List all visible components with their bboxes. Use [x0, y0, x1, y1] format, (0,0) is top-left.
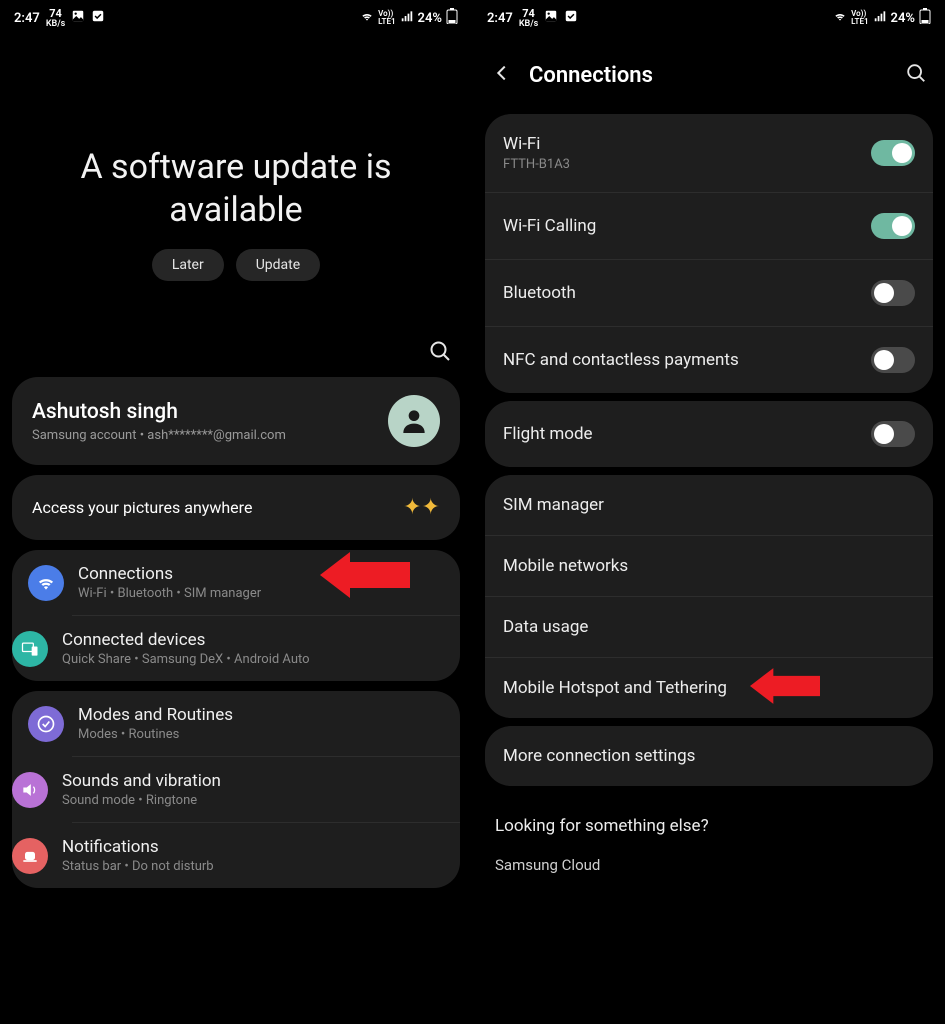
more-connection-settings-row[interactable]: More connection settings [485, 726, 933, 786]
status-time: 2:47 [487, 11, 513, 26]
pictures-banner[interactable]: Access your pictures anywhere ✦✦ [12, 475, 460, 540]
sim-manager-row[interactable]: SIM manager [485, 475, 933, 535]
update-headline: A software update is available [0, 146, 472, 231]
image-icon [544, 9, 558, 27]
devices-icon [12, 631, 48, 667]
nfc-toggle[interactable] [871, 347, 915, 373]
checkbox-icon [91, 9, 105, 27]
bluetooth-toggle[interactable] [871, 280, 915, 306]
bluetooth-row[interactable]: Bluetooth [485, 259, 933, 326]
banner-text: Access your pictures anywhere [32, 498, 252, 517]
wifi-calling-row[interactable]: Wi-Fi Calling [485, 192, 933, 259]
wifi-toggle[interactable] [871, 140, 915, 166]
annotation-arrow [750, 668, 820, 704]
wifi-icon [28, 565, 64, 601]
conn-group-1: Wi-Fi FTTH-B1A3 Wi-Fi Calling Bluetooth … [485, 114, 933, 393]
settings-group-1: Connections Wi-Fi • Bluetooth • SIM mana… [12, 550, 460, 681]
samsung-cloud-link[interactable]: Samsung Cloud [495, 856, 923, 874]
connected-devices-row[interactable]: Connected devices Quick Share • Samsung … [72, 615, 460, 681]
signal-icon [400, 9, 414, 27]
conn-group-4: More connection settings [485, 726, 933, 786]
account-card[interactable]: Ashutosh singh Samsung account • ash****… [12, 377, 460, 465]
notifications-row[interactable]: Notifications Status bar • Do not distur… [72, 822, 460, 888]
avatar [388, 395, 440, 447]
wifi-icon [360, 9, 374, 27]
connections-row[interactable]: Connections Wi-Fi • Bluetooth • SIM mana… [12, 550, 460, 615]
battery-icon [446, 8, 458, 28]
connections-header: Connections [473, 36, 945, 106]
settings-home-screen: 2:47 74KB/s Vo))LTE1 24% A software upda… [0, 0, 472, 1024]
sound-icon [12, 772, 48, 808]
sounds-vibration-row[interactable]: Sounds and vibration Sound mode • Ringto… [72, 756, 460, 822]
status-bar: 2:47 74KB/s Vo))LTE1 24% [473, 0, 945, 36]
status-battery-pct: 24% [891, 11, 915, 26]
status-time: 2:47 [14, 11, 40, 26]
conn-group-3: SIM manager Mobile networks Data usage M… [485, 475, 933, 718]
checkbox-icon [564, 9, 578, 27]
status-battery-pct: 24% [418, 11, 442, 26]
looking-for-else: Looking for something else? Samsung Clou… [473, 794, 945, 880]
wifi-icon [833, 9, 847, 27]
search-icon[interactable] [428, 339, 452, 367]
check-circle-icon [28, 706, 64, 742]
mobile-networks-row[interactable]: Mobile networks [485, 535, 933, 596]
nfc-row[interactable]: NFC and contactless payments [485, 326, 933, 393]
back-button[interactable] [491, 62, 513, 88]
signal-icon [873, 9, 887, 27]
status-netspeed: 74KB/s [46, 8, 65, 29]
page-title: Connections [529, 63, 889, 88]
hotspot-tethering-row[interactable]: Mobile Hotspot and Tethering [485, 657, 933, 718]
account-name: Ashutosh singh [32, 400, 286, 424]
volte-icon: Vo))LTE1 [851, 10, 868, 26]
settings-group-2: Modes and Routines Modes • Routines Soun… [12, 691, 460, 888]
wifi-calling-toggle[interactable] [871, 213, 915, 239]
battery-icon [919, 8, 931, 28]
search-icon[interactable] [905, 62, 927, 88]
flight-mode-row[interactable]: Flight mode [485, 401, 933, 467]
later-button[interactable]: Later [152, 249, 224, 281]
status-netspeed: 74KB/s [519, 8, 538, 29]
wifi-row[interactable]: Wi-Fi FTTH-B1A3 [485, 114, 933, 192]
data-usage-row[interactable]: Data usage [485, 596, 933, 657]
conn-group-2: Flight mode [485, 401, 933, 467]
image-icon [71, 9, 85, 27]
flight-mode-toggle[interactable] [871, 421, 915, 447]
connections-screen: 2:47 74KB/s Vo))LTE1 24% Connections Wi-… [473, 0, 945, 1024]
update-button[interactable]: Update [236, 249, 320, 281]
account-sub: Samsung account • ash********@gmail.com [32, 428, 286, 443]
sparkle-icon: ✦✦ [403, 495, 440, 520]
status-bar: 2:47 74KB/s Vo))LTE1 24% [0, 0, 472, 36]
modes-routines-row[interactable]: Modes and Routines Modes • Routines [12, 691, 460, 756]
volte-icon: Vo))LTE1 [378, 10, 395, 26]
bell-icon [12, 838, 48, 874]
